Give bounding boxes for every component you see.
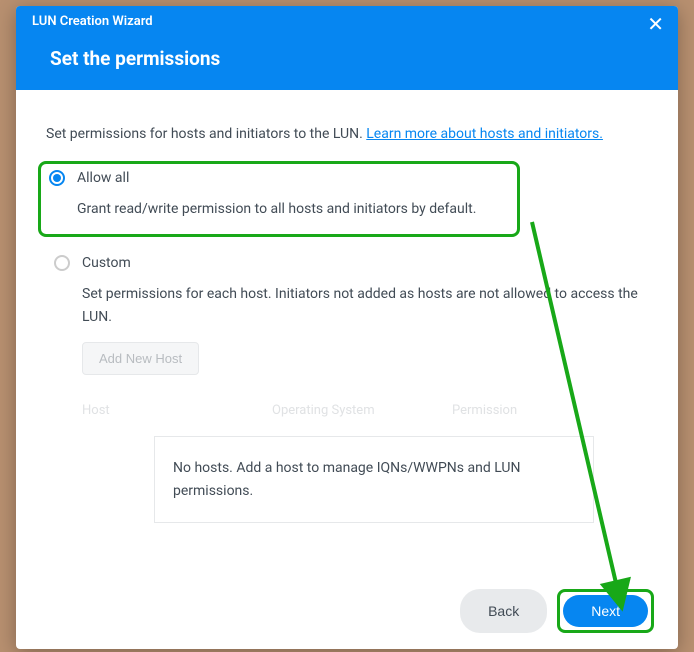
step-title: Set the permissions <box>32 47 662 70</box>
lun-wizard-dialog: LUN Creation Wizard ✕ Set the permission… <box>16 6 678 649</box>
back-button[interactable]: Back <box>460 589 547 633</box>
dialog-footer: Back Next <box>16 575 678 649</box>
dialog-title: LUN Creation Wizard <box>32 14 662 29</box>
col-host: Host <box>82 403 272 418</box>
custom-label: Custom <box>82 255 131 271</box>
next-highlight: Next <box>557 589 654 633</box>
intro-text: Set permissions for hosts and initiators… <box>46 124 648 145</box>
allow-all-label: Allow all <box>77 170 129 186</box>
allow-all-radio-row[interactable]: Allow all <box>49 170 509 186</box>
dialog-content: Set permissions for hosts and initiators… <box>16 90 678 575</box>
dialog-header: LUN Creation Wizard ✕ Set the permission… <box>16 6 678 90</box>
custom-radio[interactable] <box>54 255 70 271</box>
allow-all-radio[interactable] <box>49 170 65 186</box>
custom-radio-row[interactable]: Custom <box>54 255 640 271</box>
col-os: Operating System <box>272 403 452 418</box>
next-button[interactable]: Next <box>563 595 648 627</box>
col-permission: Permission <box>452 403 640 418</box>
allow-all-desc: Grant read/write permission to all hosts… <box>77 198 509 220</box>
custom-option[interactable]: Custom Set permissions for each host. In… <box>46 245 648 537</box>
host-table-header: Host Operating System Permission <box>82 395 640 426</box>
close-icon[interactable]: ✕ <box>647 14 664 34</box>
add-host-button[interactable]: Add New Host <box>82 342 199 375</box>
empty-hosts-message: No hosts. Add a host to manage IQNs/WWPN… <box>154 436 594 523</box>
allow-all-option[interactable]: Allow all Grant read/write permission to… <box>38 161 520 237</box>
custom-desc: Set permissions for each host. Initiator… <box>82 283 640 328</box>
learn-more-link[interactable]: Learn more about hosts and initiators. <box>366 126 603 142</box>
intro-label: Set permissions for hosts and initiators… <box>46 126 366 142</box>
